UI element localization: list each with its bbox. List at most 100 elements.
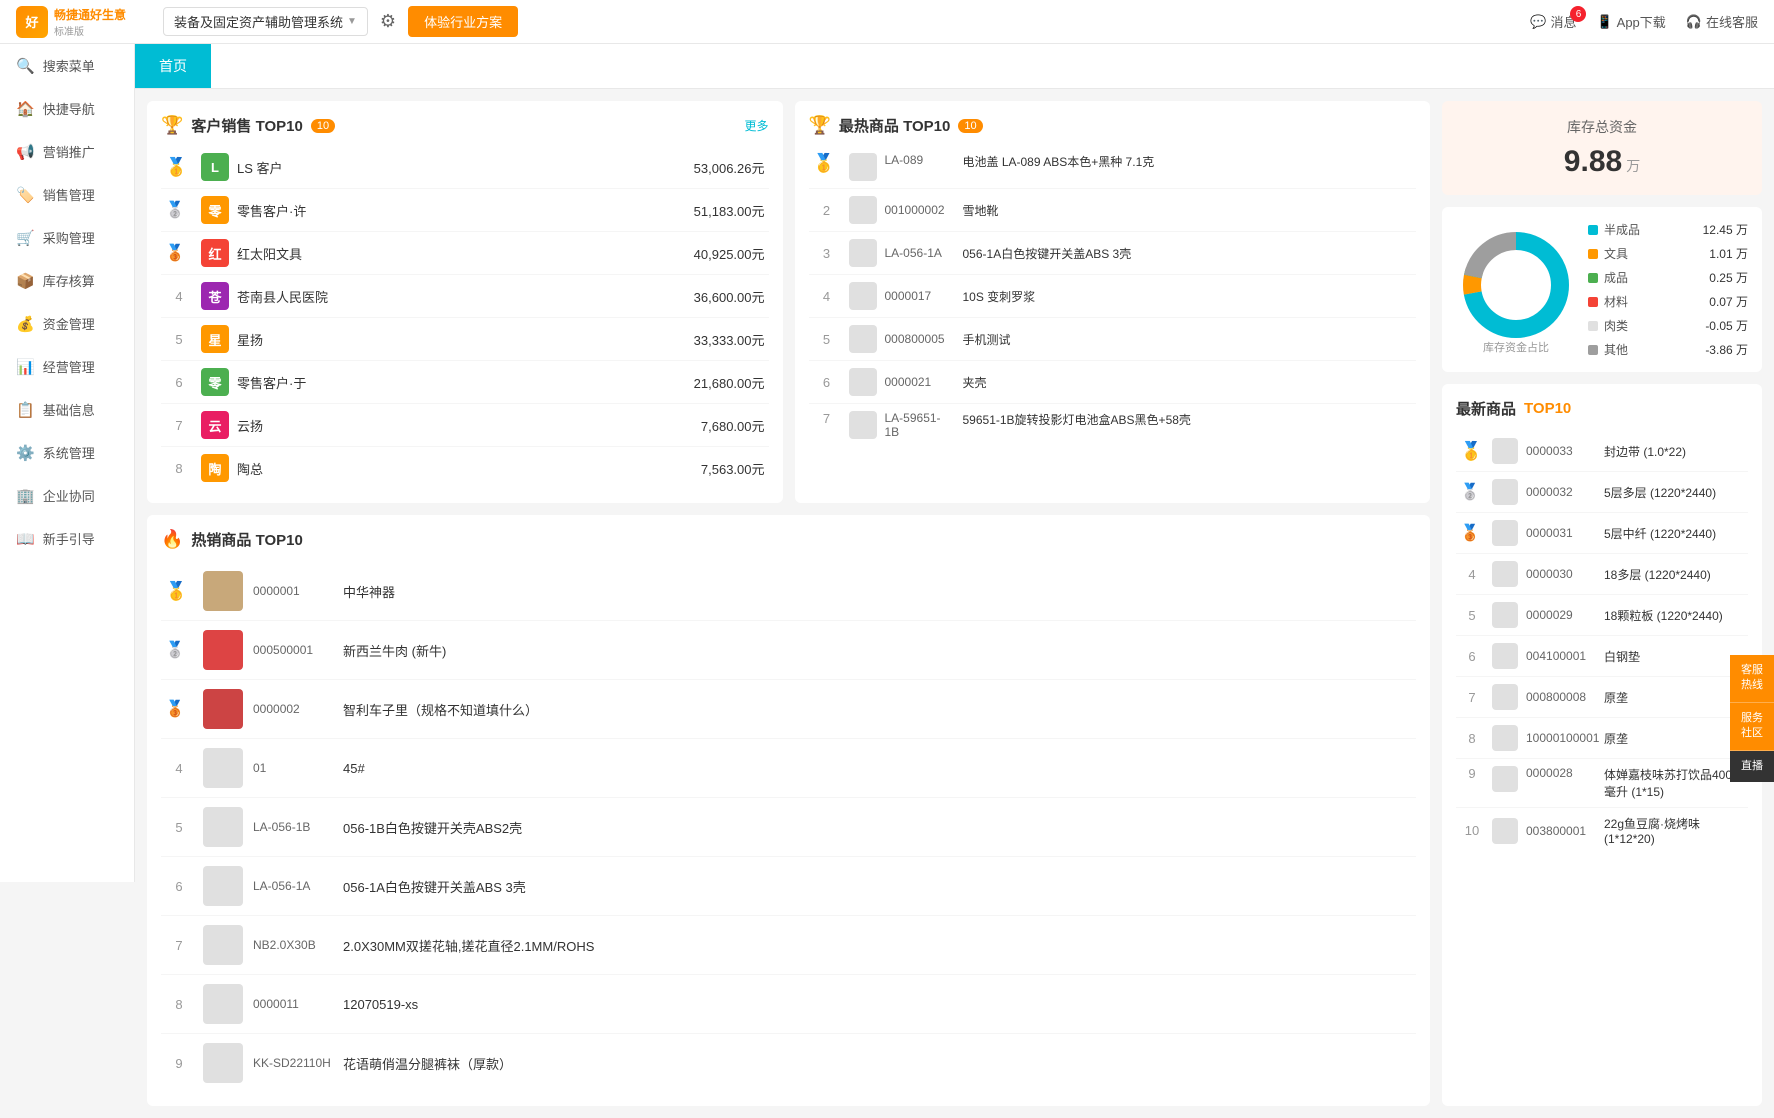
new-product-name-6: 白钢垫 (1604, 648, 1744, 665)
hot-right-rank-7: 7 (813, 411, 841, 426)
hot-product-item-8: 8 0000011 12070519-xs (161, 975, 1416, 1034)
sidebar-item-marketing[interactable]: 📢 营销推广 (0, 130, 134, 173)
customer-name-2: 零售客户·许 (237, 201, 694, 220)
gear-icon[interactable]: ⚙ (380, 11, 396, 32)
hot-product-img-1 (203, 571, 243, 611)
hot-product-code-9: KK-SD22110H (253, 1056, 333, 1070)
hot-product-item-4: 4 01 45# (161, 739, 1416, 798)
new-product-img-3 (1492, 520, 1518, 546)
sidebar-item-search[interactable]: 🔍 搜索菜单 (0, 44, 134, 87)
new-product-img-8 (1492, 725, 1518, 751)
hot-right-code-5: 000800005 (885, 332, 955, 346)
sidebar-item-inventory[interactable]: 📦 库存核算 (0, 259, 134, 302)
hot-product-name-5: 056-1B白色按键开关壳ABS2壳 (343, 818, 1412, 837)
hot-product-img-3 (203, 689, 243, 729)
hot-right-header: 🏆 最热商品 TOP10 10 (809, 115, 1417, 136)
hot-right-img-3 (849, 239, 877, 267)
new-product-img-6 (1492, 643, 1518, 669)
medal-icon-1: 🥇 (165, 157, 193, 178)
new-product-item-9: 9 0000028 体婵嘉枝味苏打饮品400毫升 (1*15) (1456, 759, 1748, 808)
hot-product-code-6: LA-056-1A (253, 879, 333, 893)
hot-product-rank-9: 9 (165, 1056, 193, 1071)
float-btn-kefu[interactable]: 客服热线 (1730, 655, 1774, 703)
inventory-title: 库存总资金 (1458, 117, 1746, 137)
customer-avatar-6: 零 (201, 368, 229, 396)
rank-num-6: 6 (165, 375, 193, 390)
customer-amount-2: 51,183.00元 (694, 201, 765, 220)
main-left-area: 🏆 客户销售 TOP10 10 更多 🥇 L LS 客户 53,006.26元 (147, 101, 1430, 1106)
inventory-total-card: 库存总资金 9.88 万 (1442, 101, 1762, 195)
hot-right-rank-3: 3 (813, 246, 841, 261)
customer-rank-item-1: 🥇 L LS 客户 53,006.26元 (161, 146, 769, 189)
tab-home[interactable]: 首页 (135, 44, 211, 88)
hot-right-name-3: 056-1A白色按键开关盖ABS 3壳 (963, 245, 1413, 262)
customer-panel-badge: 10 (311, 119, 335, 133)
hot-right-code-2: 001000002 (885, 203, 955, 217)
finance-icon: 💰 (16, 315, 35, 333)
new-product-rank-9: 9 (1460, 766, 1484, 781)
sidebar-item-sales[interactable]: 🏷️ 销售管理 (0, 173, 134, 216)
new-product-rank-6: 6 (1460, 649, 1484, 664)
customer-avatar-7: 云 (201, 411, 229, 439)
hot-right-medal-1: 🥇 (813, 153, 841, 174)
msg-btn[interactable]: 💬 消息 6 (1530, 12, 1576, 31)
top-row: 🏆 客户销售 TOP10 10 更多 🥇 L LS 客户 53,006.26元 (147, 101, 1430, 503)
new-product-name-3: 5层中纤 (1220*2440) (1604, 525, 1744, 542)
app-download-btn[interactable]: 📱 App下载 (1596, 12, 1665, 31)
trophy-icon: 🏆 (161, 115, 183, 136)
logo-icon: 好 (16, 6, 48, 38)
legend-item-wenju: 文具 1.01 万 (1588, 245, 1748, 262)
new-product-code-4: 0000030 (1526, 567, 1596, 581)
hot-right-img-2 (849, 196, 877, 224)
sidebar-item-corp[interactable]: 🏢 企业协同 (0, 474, 134, 517)
hot-product-name-2: 新西兰牛肉 (新牛) (343, 641, 1412, 660)
sidebar-item-basic[interactable]: 📋 基础信息 (0, 388, 134, 431)
chart-legend: 半成品 12.45 万 文具 1.01 万 成品 0.25 万 (1588, 221, 1748, 358)
hot-product-rank-5: 5 (165, 820, 193, 835)
new-product-rank-5: 5 (1460, 608, 1484, 623)
sidebar-item-purchase[interactable]: 🛒 采购管理 (0, 216, 134, 259)
customer-avatar-5: 星 (201, 325, 229, 353)
new-product-code-5: 0000029 (1526, 608, 1596, 622)
hot-product-item-5: 5 LA-056-1B 056-1B白色按键开关壳ABS2壳 (161, 798, 1416, 857)
customer-more-link[interactable]: 更多 (744, 117, 768, 134)
customer-avatar-3: 红 (201, 239, 229, 267)
customer-avatar-1: L (201, 153, 229, 181)
topbar: 好 畅捷通好生意 标准版 装备及固定资产辅助管理系统 ▼ ⚙ 体验行业方案 💬 … (0, 0, 1774, 44)
inventory-amount: 9.88 (1564, 145, 1622, 179)
sidebar-item-guide[interactable]: 📖 新手引导 (0, 517, 134, 560)
legend-item-banchenpin: 半成品 12.45 万 (1588, 221, 1748, 238)
customer-rank-item-7: 7 云 云扬 7,680.00元 (161, 404, 769, 447)
sidebar-item-business[interactable]: 📊 经营管理 (0, 345, 134, 388)
customer-name-6: 零售客户·于 (237, 373, 694, 392)
sidebar-item-quick[interactable]: 🏠 快捷导航 (0, 87, 134, 130)
hot-product-code-5: LA-056-1B (253, 820, 333, 834)
hot-products-title-icon: 🔥 (161, 529, 183, 550)
chevron-down-icon: ▼ (347, 16, 357, 27)
service-btn[interactable]: 🎧 在线客服 (1686, 12, 1758, 31)
float-btn-zhibo[interactable]: 直播 (1730, 751, 1774, 782)
hot-product-code-4: 01 (253, 761, 333, 775)
hot-product-rank-7: 7 (165, 938, 193, 953)
float-buttons: 客服热线 服务社区 直播 (1730, 655, 1774, 782)
sidebar: 🔍 搜索菜单 🏠 快捷导航 📢 营销推广 🏷️ 销售管理 🛒 采购管理 📦 库存… (0, 44, 135, 882)
hot-right-name-2: 雪地靴 (963, 202, 1413, 219)
customer-name-7: 云扬 (237, 416, 701, 435)
sidebar-item-system[interactable]: ⚙️ 系统管理 (0, 431, 134, 474)
new-product-img-4 (1492, 561, 1518, 587)
trial-btn[interactable]: 体验行业方案 (408, 6, 518, 37)
sidebar-item-finance[interactable]: 💰 资金管理 (0, 302, 134, 345)
customer-avatar-4: 苍 (201, 282, 229, 310)
customer-name-3: 红太阳文具 (237, 244, 694, 263)
chart-sub-label: 库存资金占比 (1456, 339, 1576, 355)
hot-product-name-9: 花语萌俏温分腿裤袜（厚款） (343, 1054, 1412, 1073)
new-product-code-3: 0000031 (1526, 526, 1596, 540)
customer-rank-list: 🥇 L LS 客户 53,006.26元 🥈 零 零售客户·许 51,183.0… (161, 146, 769, 489)
float-btn-fuwu[interactable]: 服务社区 (1730, 703, 1774, 751)
hot-product-img-7 (203, 925, 243, 965)
system-selector[interactable]: 装备及固定资产辅助管理系统 ▼ (163, 7, 368, 36)
hot-right-code-3: LA-056-1A (885, 246, 955, 260)
new-product-name-5: 18颗粒板 (1220*2440) (1604, 607, 1744, 624)
new-product-img-9 (1492, 766, 1518, 792)
content-wrapper: 🏆 客户销售 TOP10 10 更多 🥇 L LS 客户 53,006.26元 (135, 89, 1774, 1118)
